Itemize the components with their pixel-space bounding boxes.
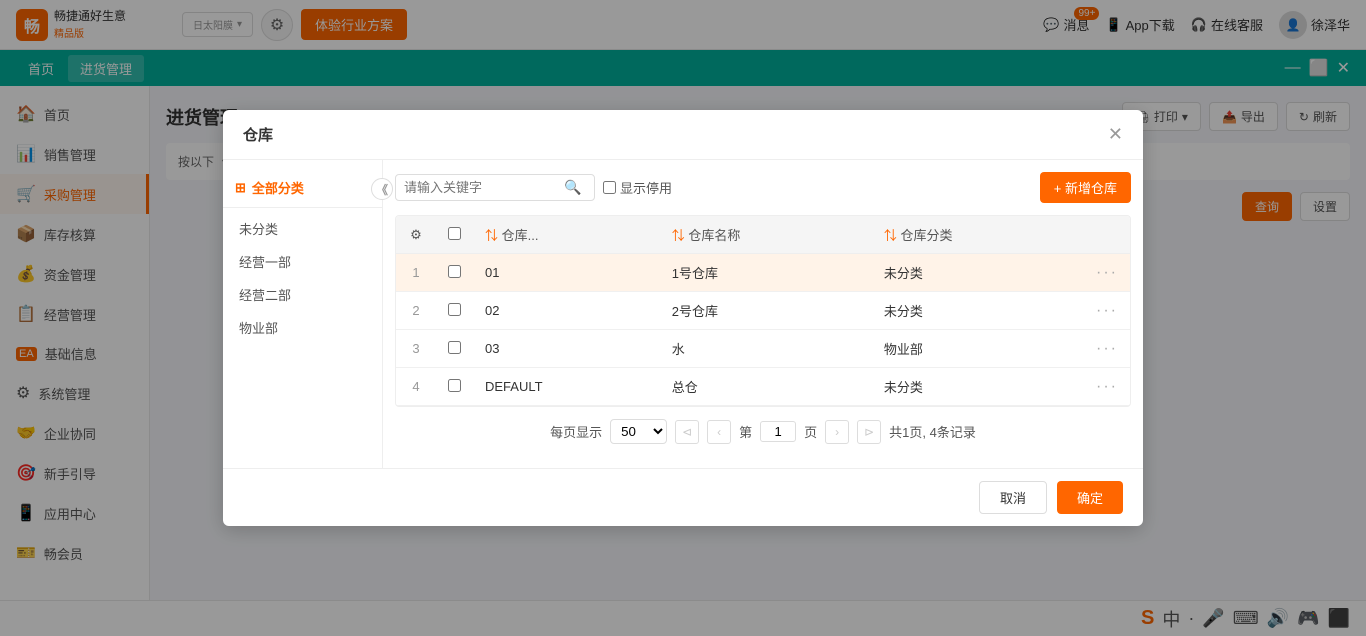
- last-page-btn[interactable]: ⊳: [857, 420, 881, 444]
- row-check: [436, 368, 473, 406]
- category-dept2[interactable]: 经营二部: [223, 278, 382, 311]
- row-num: 1: [396, 254, 436, 292]
- col-category: ⇅ 仓库分类: [872, 216, 1084, 254]
- row-check: [436, 330, 473, 368]
- category-header: ⊞ 全部分类 《: [223, 172, 382, 208]
- search-icon[interactable]: 🔍: [564, 179, 581, 196]
- more-btn-3[interactable]: ···: [1096, 340, 1118, 357]
- search-input[interactable]: [404, 180, 564, 195]
- row-category: 物业部: [872, 330, 1084, 368]
- page-label: 页: [804, 422, 817, 441]
- row-checkbox-1[interactable]: [448, 265, 461, 278]
- row-num: 3: [396, 330, 436, 368]
- prev-page-btn[interactable]: ‹: [707, 420, 731, 444]
- col-actions: [1084, 216, 1130, 254]
- table-body: 1 01 1号仓库 未分类 ··· 2 02 2: [396, 254, 1130, 406]
- modal-header: 仓库 ✕: [223, 110, 1143, 160]
- category-unclassified[interactable]: 未分类: [223, 212, 382, 245]
- col-name: ⇅ 仓库名称: [660, 216, 872, 254]
- warehouse-table-wrap: ⚙ ⇅ 仓库... ⇅: [395, 215, 1131, 407]
- page-word: 第: [739, 422, 752, 441]
- row-check: [436, 254, 473, 292]
- per-page-label: 每页显示: [550, 422, 602, 441]
- row-checkbox-2[interactable]: [448, 303, 461, 316]
- table-row[interactable]: 3 03 水 物业部 ···: [396, 330, 1130, 368]
- column-gear-icon[interactable]: ⚙: [410, 227, 422, 242]
- show-disabled-text: 显示停用: [620, 178, 672, 197]
- row-code: 01: [473, 254, 660, 292]
- col-cat-sort-icon: ⇅: [884, 228, 897, 243]
- row-name: 2号仓库: [660, 292, 872, 330]
- col-gear: ⚙: [396, 216, 436, 254]
- modal-body: ⊞ 全部分类 《 未分类 经营一部 经营二部 物业部 🔍: [223, 160, 1143, 468]
- select-all-checkbox[interactable]: [448, 227, 461, 240]
- row-name: 总仓: [660, 368, 872, 406]
- pagination: 每页显示 50 100 ⊲ ‹ 第 页 › ⊳ 共1页, 4条记录: [395, 407, 1131, 456]
- page-number-input[interactable]: [760, 421, 796, 442]
- category-label: 全部分类: [252, 178, 304, 197]
- more-btn-4[interactable]: ···: [1096, 378, 1118, 395]
- table-row[interactable]: 4 DEFAULT 总仓 未分类 ···: [396, 368, 1130, 406]
- table-row[interactable]: 2 02 2号仓库 未分类 ···: [396, 292, 1130, 330]
- row-num: 4: [396, 368, 436, 406]
- row-category: 未分类: [872, 254, 1084, 292]
- row-checkbox-4[interactable]: [448, 379, 461, 392]
- modal-title: 仓库: [243, 124, 273, 145]
- row-category: 未分类: [872, 368, 1084, 406]
- row-more: ···: [1084, 292, 1130, 330]
- total-pages: 共1页, 4条记录: [889, 422, 976, 441]
- row-code: 03: [473, 330, 660, 368]
- show-disabled-label[interactable]: 显示停用: [603, 178, 672, 197]
- add-warehouse-btn[interactable]: + 新增仓库: [1040, 172, 1131, 203]
- collapse-btn[interactable]: 《: [371, 178, 393, 200]
- category-dept1[interactable]: 经营一部: [223, 245, 382, 278]
- modal-footer: 取消 确定: [223, 468, 1143, 526]
- row-name: 水: [660, 330, 872, 368]
- warehouse-modal: 仓库 ✕ ⊞ 全部分类 《 未分类 经营一部 经营二部 物业部: [223, 110, 1143, 526]
- row-more: ···: [1084, 368, 1130, 406]
- row-num: 2: [396, 292, 436, 330]
- row-checkbox-3[interactable]: [448, 341, 461, 354]
- row-check: [436, 292, 473, 330]
- next-page-btn[interactable]: ›: [825, 420, 849, 444]
- table-header-row: ⚙ ⇅ 仓库... ⇅: [396, 216, 1130, 254]
- category-property[interactable]: 物业部: [223, 311, 382, 344]
- warehouse-table: ⚙ ⇅ 仓库... ⇅: [396, 216, 1130, 406]
- more-btn-2[interactable]: ···: [1096, 302, 1118, 319]
- modal-close-btn[interactable]: ✕: [1108, 124, 1123, 145]
- grid-icon: ⊞: [235, 180, 246, 196]
- per-page-select[interactable]: 50 100: [610, 419, 667, 444]
- cancel-button[interactable]: 取消: [979, 481, 1047, 514]
- search-bar: 🔍 显示停用 + 新增仓库: [395, 172, 1131, 203]
- table-row[interactable]: 1 01 1号仓库 未分类 ···: [396, 254, 1130, 292]
- first-page-btn[interactable]: ⊲: [675, 420, 699, 444]
- col-name-sort-icon: ⇅: [672, 228, 685, 243]
- search-input-wrap: 🔍: [395, 174, 595, 201]
- row-code: 02: [473, 292, 660, 330]
- row-code: DEFAULT: [473, 368, 660, 406]
- confirm-button[interactable]: 确定: [1057, 481, 1123, 514]
- row-more: ···: [1084, 330, 1130, 368]
- row-name: 1号仓库: [660, 254, 872, 292]
- row-category: 未分类: [872, 292, 1084, 330]
- more-btn-1[interactable]: ···: [1096, 264, 1118, 281]
- col-code: ⇅ 仓库...: [473, 216, 660, 254]
- row-more: ···: [1084, 254, 1130, 292]
- show-disabled-checkbox[interactable]: [603, 181, 616, 194]
- modal-overlay: 仓库 ✕ ⊞ 全部分类 《 未分类 经营一部 经营二部 物业部: [0, 0, 1366, 636]
- warehouse-list-panel: 🔍 显示停用 + 新增仓库 ⚙: [383, 160, 1143, 468]
- col-code-sort-icon: ⇅: [485, 228, 498, 243]
- category-panel: ⊞ 全部分类 《 未分类 经营一部 经营二部 物业部: [223, 160, 383, 468]
- col-checkbox: [436, 216, 473, 254]
